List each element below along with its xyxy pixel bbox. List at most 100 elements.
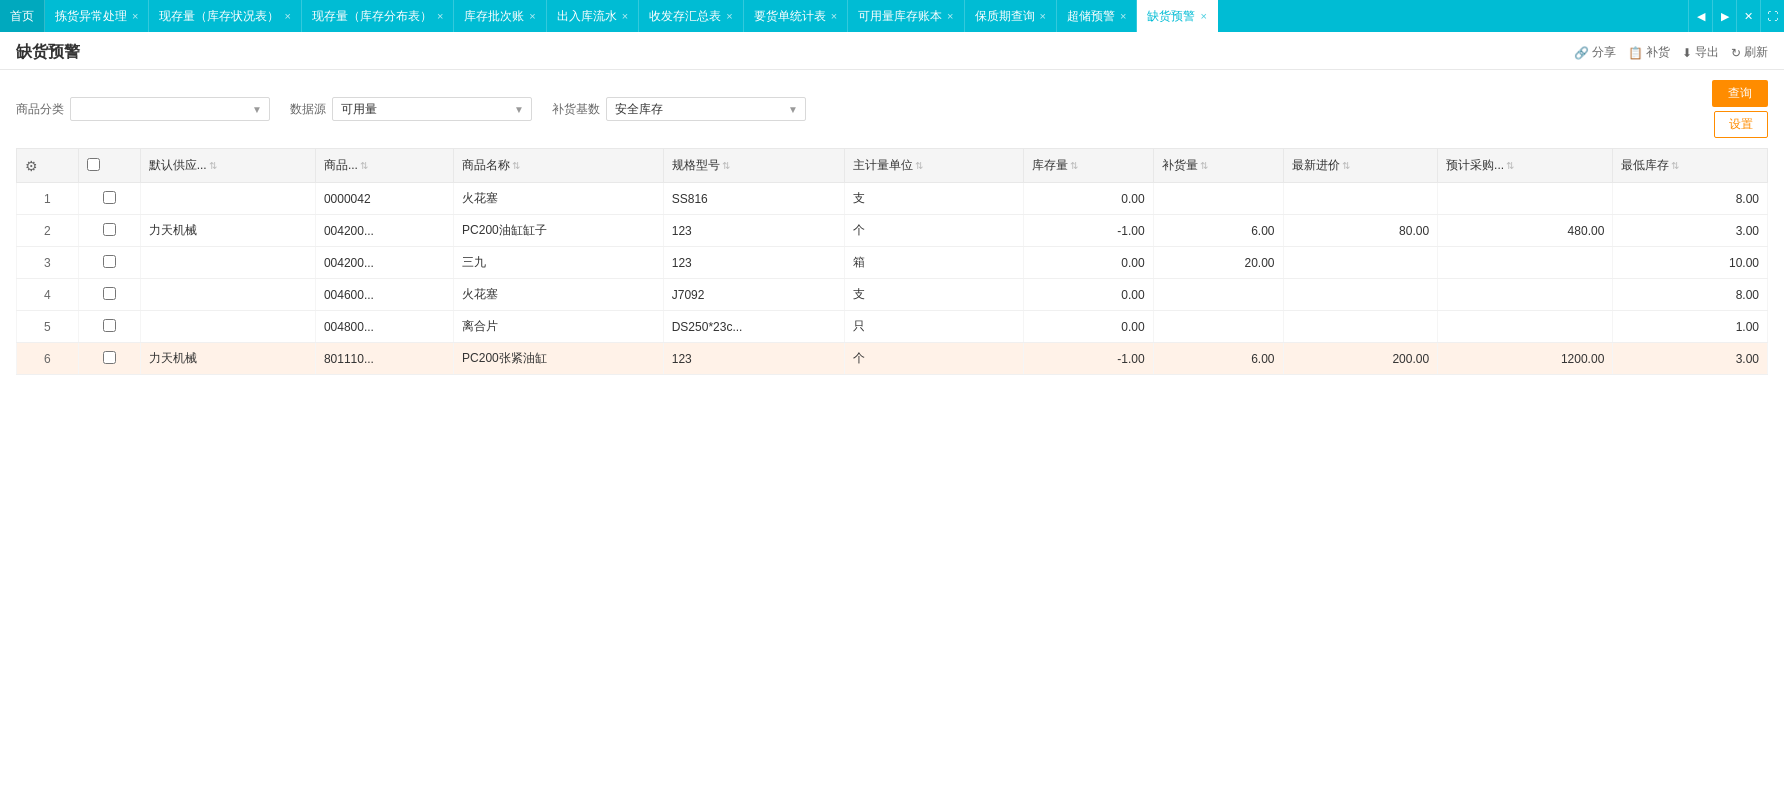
- nav-tab-超储预警[interactable]: 超储预警×: [1057, 0, 1137, 32]
- row-spec: DS250*23c...: [663, 311, 844, 343]
- row-product-code: 004200...: [315, 247, 453, 279]
- replenish-sort-icon: ⇅: [1200, 160, 1208, 171]
- main-content: 缺货预警 🔗 分享 📋 补货 ⬇ 导出 ↻ 刷新 商品分类: [0, 32, 1784, 796]
- close-tab-icon[interactable]: ×: [726, 10, 732, 22]
- col-replenish: 补货量⇅: [1153, 149, 1283, 183]
- row-checkbox[interactable]: [103, 351, 116, 364]
- row-est-purchase: [1438, 183, 1613, 215]
- nav-tab-现存量库存状况表[interactable]: 现存量（库存状况表）×: [149, 0, 301, 32]
- nav-left-arrow[interactable]: ◀: [1688, 0, 1712, 32]
- row-replenish: 20.00: [1153, 247, 1283, 279]
- row-checkbox[interactable]: [103, 287, 116, 300]
- replenish-base-label: 补货基数: [552, 101, 600, 118]
- share-button[interactable]: 🔗 分享: [1574, 44, 1616, 61]
- row-num: 1: [17, 183, 79, 215]
- close-tab-icon[interactable]: ×: [947, 10, 953, 22]
- row-checkbox[interactable]: [103, 319, 116, 332]
- close-tab-icon[interactable]: ×: [622, 10, 628, 22]
- col-gear: ⚙: [17, 149, 79, 183]
- col-product-name: 商品名称⇅: [454, 149, 664, 183]
- row-checkbox[interactable]: [103, 191, 116, 204]
- row-unit: 支: [844, 279, 1023, 311]
- category-select[interactable]: [70, 97, 270, 121]
- row-min-stock: 3.00: [1613, 215, 1768, 247]
- refresh-button[interactable]: ↻ 刷新: [1731, 44, 1768, 61]
- nav-right-arrow[interactable]: ▶: [1712, 0, 1736, 32]
- row-supplier: [140, 279, 315, 311]
- unit-sort-icon: ⇅: [915, 160, 923, 171]
- row-spec: J7092: [663, 279, 844, 311]
- row-latest-price: 200.00: [1283, 343, 1438, 375]
- row-num: 3: [17, 247, 79, 279]
- nav-tab-出入库流水[interactable]: 出入库流水×: [547, 0, 639, 32]
- row-latest-price: 80.00: [1283, 215, 1438, 247]
- row-min-stock: 10.00: [1613, 247, 1768, 279]
- row-checkbox[interactable]: [103, 255, 116, 268]
- replenish-base-filter-group: 补货基数 安全库存: [552, 97, 806, 121]
- close-tab-icon[interactable]: ×: [132, 10, 138, 22]
- replenish-base-select[interactable]: 安全库存: [606, 97, 806, 121]
- export-button[interactable]: ⬇ 导出: [1682, 44, 1719, 61]
- nav-tab-保质期查询[interactable]: 保质期查询×: [965, 0, 1057, 32]
- close-tab-icon[interactable]: ×: [1120, 10, 1126, 22]
- col-checkbox: [78, 149, 140, 183]
- table-row: 2力天机械004200...PC200油缸缸子123个-1.006.0080.0…: [17, 215, 1768, 247]
- table-header-row: ⚙ 默认供应...⇅ 商品...⇅ 商品名称⇅ 规格型号⇅ 主计量单位⇅ 库存量…: [17, 149, 1768, 183]
- row-unit: 只: [844, 311, 1023, 343]
- category-filter-group: 商品分类: [16, 97, 270, 121]
- nav-tab-要货单统计表[interactable]: 要货单统计表×: [744, 0, 848, 32]
- nav-arrows: ◀ ▶ ✕ ⛶: [1688, 0, 1784, 32]
- row-product-name: 火花塞: [454, 183, 664, 215]
- datasource-label: 数据源: [290, 101, 326, 118]
- col-min-stock: 最低库存⇅: [1613, 149, 1768, 183]
- header-actions: 🔗 分享 📋 补货 ⬇ 导出 ↻ 刷新: [1574, 44, 1768, 61]
- min-stock-sort-icon: ⇅: [1671, 160, 1679, 171]
- row-supplier: [140, 247, 315, 279]
- row-unit: 个: [844, 215, 1023, 247]
- export-icon: ⬇: [1682, 46, 1692, 60]
- close-tab-icon[interactable]: ×: [831, 10, 837, 22]
- row-checkbox[interactable]: [103, 223, 116, 236]
- close-tab-icon[interactable]: ×: [437, 10, 443, 22]
- col-latest-price: 最新进价⇅: [1283, 149, 1438, 183]
- replenish-base-select-wrapper: 安全库存: [606, 97, 806, 121]
- row-checkbox-cell: [78, 183, 140, 215]
- datasource-select-wrapper: 可用量: [332, 97, 532, 121]
- filter-right-actions: 查询 设置: [1712, 80, 1768, 138]
- close-tab-icon[interactable]: ×: [1200, 10, 1206, 22]
- row-product-code: 004600...: [315, 279, 453, 311]
- close-tab-icon[interactable]: ×: [284, 10, 290, 22]
- row-checkbox-cell: [78, 247, 140, 279]
- col-supplier: 默认供应...⇅: [140, 149, 315, 183]
- row-product-name: PC200油缸缸子: [454, 215, 664, 247]
- gear-icon[interactable]: ⚙: [25, 158, 38, 174]
- nav-tab-可用量库存账本[interactable]: 可用量库存账本×: [848, 0, 964, 32]
- row-product-name: PC200张紧油缸: [454, 343, 664, 375]
- row-replenish: 6.00: [1153, 215, 1283, 247]
- row-est-purchase: [1438, 247, 1613, 279]
- row-checkbox-cell: [78, 311, 140, 343]
- row-stock: 0.00: [1023, 183, 1153, 215]
- nav-fullscreen[interactable]: ⛶: [1760, 0, 1784, 32]
- nav-tab-拣货异常处理[interactable]: 拣货异常处理×: [45, 0, 149, 32]
- close-tab-icon[interactable]: ×: [1040, 10, 1046, 22]
- nav-tab-首页[interactable]: 首页: [0, 0, 45, 32]
- row-checkbox-cell: [78, 215, 140, 247]
- nav-tab-收发存汇总表[interactable]: 收发存汇总表×: [639, 0, 743, 32]
- row-stock: -1.00: [1023, 343, 1153, 375]
- category-select-wrapper: [70, 97, 270, 121]
- row-unit: 个: [844, 343, 1023, 375]
- row-supplier: [140, 311, 315, 343]
- query-button[interactable]: 查询: [1712, 80, 1768, 107]
- nav-close-tab[interactable]: ✕: [1736, 0, 1760, 32]
- nav-tab-现存量库存分布表[interactable]: 现存量（库存分布表）×: [302, 0, 454, 32]
- select-all-checkbox[interactable]: [87, 158, 100, 171]
- nav-tab-库存批次账[interactable]: 库存批次账×: [454, 0, 546, 32]
- product-code-sort-icon: ⇅: [360, 160, 368, 171]
- close-tab-icon[interactable]: ×: [529, 10, 535, 22]
- nav-tab-缺货预警[interactable]: 缺货预警×: [1137, 0, 1217, 32]
- datasource-select[interactable]: 可用量: [332, 97, 532, 121]
- latest-price-sort-icon: ⇅: [1342, 160, 1350, 171]
- settings-button[interactable]: 设置: [1714, 111, 1768, 138]
- replenish-button[interactable]: 📋 补货: [1628, 44, 1670, 61]
